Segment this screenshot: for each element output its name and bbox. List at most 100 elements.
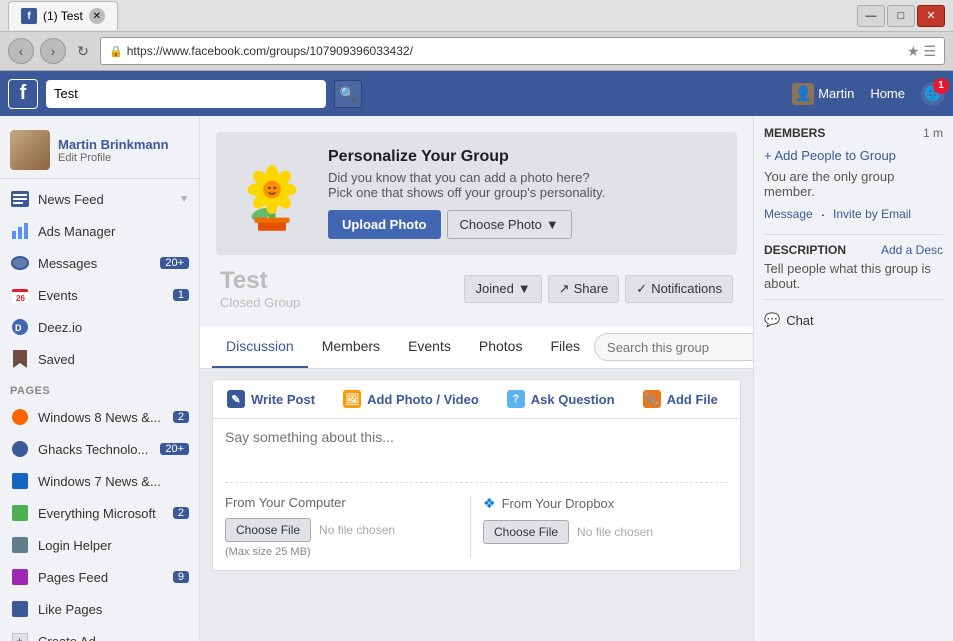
tab-events[interactable]: Events (394, 326, 465, 368)
fb-nav-right: 👤 Martin Home 🌐 1 (792, 82, 945, 106)
sidebar-item-news-feed[interactable]: News Feed ▼ (0, 183, 199, 215)
address-bar[interactable]: 🔒 https://www.facebook.com/groups/107909… (100, 37, 945, 65)
fb-user-nav[interactable]: 👤 Martin (792, 83, 854, 105)
sidebar: Martin Brinkmann Edit Profile News Feed … (0, 116, 200, 641)
sidebar-item-messages[interactable]: Messages 20+ (0, 247, 199, 279)
deez-icon: D (10, 317, 30, 337)
sidebar-user[interactable]: Martin Brinkmann Edit Profile (0, 122, 199, 179)
forward-btn[interactable]: › (40, 38, 66, 64)
messages-badge: 20+ (160, 257, 189, 269)
sidebar-item-ads-manager[interactable]: Ads Manager (0, 215, 199, 247)
main-layout: Martin Brinkmann Edit Profile News Feed … (0, 116, 953, 641)
add-photo-tab[interactable]: 🖼 Add Photo / Video (329, 380, 493, 418)
post-area: ✎ Write Post 🖼 Add Photo / Video ? Ask Q… (212, 379, 741, 571)
joined-btn[interactable]: Joined ▼ (464, 275, 541, 303)
sidebar-item-events[interactable]: 26 Events 1 (0, 279, 199, 311)
tab-photos[interactable]: Photos (465, 326, 537, 368)
back-btn[interactable]: ‹ (8, 38, 34, 64)
no-file-chosen-dropbox-text: No file chosen (577, 525, 653, 539)
post-tabs: ✎ Write Post 🖼 Add Photo / Video ? Ask Q… (213, 380, 740, 419)
write-post-label: Write Post (251, 392, 315, 407)
sidebar-item-create-ad[interactable]: + Create Ad (0, 625, 199, 641)
chevron-down-icon: ▼ (546, 217, 559, 232)
flower-illustration (232, 154, 312, 234)
minimize-btn[interactable]: — (857, 5, 885, 27)
close-btn[interactable]: ✕ (917, 5, 945, 27)
personalize-desc1: Did you know that you can add a photo he… (328, 170, 590, 185)
tab-files[interactable]: Files (536, 326, 594, 368)
add-photo-label: Add Photo / Video (367, 392, 479, 407)
sidebar-item-label: News Feed (38, 192, 104, 207)
page-label: Login Helper (38, 538, 112, 553)
page-icon (10, 567, 30, 587)
invite-by-email-link[interactable]: Invite by Email (833, 207, 911, 222)
write-post-tab[interactable]: ✎ Write Post (213, 380, 329, 418)
edit-profile-link[interactable]: Edit Profile (58, 152, 169, 164)
lock-icon: 🔒 (109, 45, 123, 58)
fb-header: f 🔍 👤 Martin Home 🌐 1 (0, 71, 953, 116)
personalize-buttons: Upload Photo Choose Photo ▼ (328, 210, 605, 239)
browser-tab[interactable]: f (1) Test ✕ (8, 1, 118, 30)
page-icon (10, 599, 30, 619)
share-btn[interactable]: ↗ Share (548, 275, 620, 303)
tab-close-btn[interactable]: ✕ (89, 8, 105, 24)
sidebar-item-saved[interactable]: Saved (0, 343, 199, 375)
add-file-label: Add File (667, 392, 718, 407)
notifications-btn[interactable]: ✓ Notifications (625, 275, 733, 303)
fb-search-input[interactable] (46, 80, 326, 108)
search-this-group-input[interactable] (594, 333, 753, 361)
fb-notifications[interactable]: 🌐 1 (921, 82, 945, 106)
upload-photo-btn[interactable]: Upload Photo (328, 210, 441, 239)
refresh-btn[interactable]: ↻ (72, 40, 94, 62)
ask-question-tab[interactable]: ? Ask Question (493, 380, 629, 418)
sidebar-item-page-2[interactable]: Windows 7 News &... (0, 465, 199, 497)
maximize-btn[interactable]: □ (887, 5, 915, 27)
group-title-row: Test Closed Group Joined ▼ ↗ Share ✓ Not… (216, 267, 737, 310)
window-controls: — □ ✕ (857, 5, 945, 27)
upload-row-dropbox: Choose File No file chosen (483, 520, 716, 544)
fb-logo[interactable]: f (8, 79, 38, 109)
title-bar: f (1) Test ✕ — □ ✕ (0, 0, 953, 32)
add-people-link[interactable]: + Add People to Group (764, 148, 943, 163)
page-icon (10, 439, 30, 459)
add-description-link[interactable]: Add a Desc (881, 243, 943, 257)
write-post-icon: ✎ (227, 390, 245, 408)
tab-discussion[interactable]: Discussion (212, 326, 308, 368)
sidebar-item-page-3[interactable]: Everything Microsoft 2 (0, 497, 199, 529)
ads-icon (10, 221, 30, 241)
choose-file-btn[interactable]: Choose File (225, 518, 311, 542)
upload-from-computer: From Your Computer Choose File No file c… (225, 495, 471, 558)
message-link[interactable]: Message (764, 207, 813, 222)
sidebar-item-page-6[interactable]: Like Pages (0, 593, 199, 625)
avatar (10, 130, 50, 170)
sidebar-item-page-4[interactable]: Login Helper (0, 529, 199, 561)
share-label: Share (574, 281, 609, 296)
choose-file-dropbox-btn[interactable]: Choose File (483, 520, 569, 544)
sidebar-item-page-0[interactable]: Windows 8 News &... 2 (0, 401, 199, 433)
tab-members[interactable]: Members (308, 326, 394, 368)
pages-section-label: PAGES (0, 375, 199, 401)
fb-search-btn[interactable]: 🔍 (334, 80, 362, 108)
choose-photo-btn[interactable]: Choose Photo ▼ (447, 210, 572, 239)
page-badge: 9 (173, 571, 189, 583)
add-file-tab[interactable]: 📎 Add File (629, 380, 732, 418)
description-title: DESCRIPTION (764, 243, 846, 257)
browser-chrome: f (1) Test ✕ — □ ✕ ‹ › ↻ 🔒 https://www.f… (0, 0, 953, 71)
description-text: Tell people what this group is about. (764, 261, 943, 291)
section-divider (764, 234, 943, 235)
fb-home-btn[interactable]: Home (862, 82, 913, 105)
personalize-title: Personalize Your Group (328, 148, 605, 166)
description-header: DESCRIPTION Add a Desc (764, 243, 943, 257)
personalize-box: Personalize Your Group Did you know that… (216, 132, 737, 255)
user-info: Martin Brinkmann Edit Profile (58, 137, 169, 164)
sidebar-item-page-1[interactable]: Ghacks Technolo... 20+ (0, 433, 199, 465)
link-separator: · (821, 207, 825, 222)
sidebar-item-page-5[interactable]: Pages Feed 9 (0, 561, 199, 593)
post-textarea[interactable] (213, 419, 740, 479)
joined-label: Joined (475, 281, 513, 296)
sidebar-item-deezio[interactable]: D Deez.io (0, 311, 199, 343)
chat-row[interactable]: 💬 Chat (764, 308, 943, 332)
favicon: f (21, 8, 37, 24)
address-bar-row: ‹ › ↻ 🔒 https://www.facebook.com/groups/… (0, 32, 953, 70)
news-feed-icon (10, 189, 30, 209)
